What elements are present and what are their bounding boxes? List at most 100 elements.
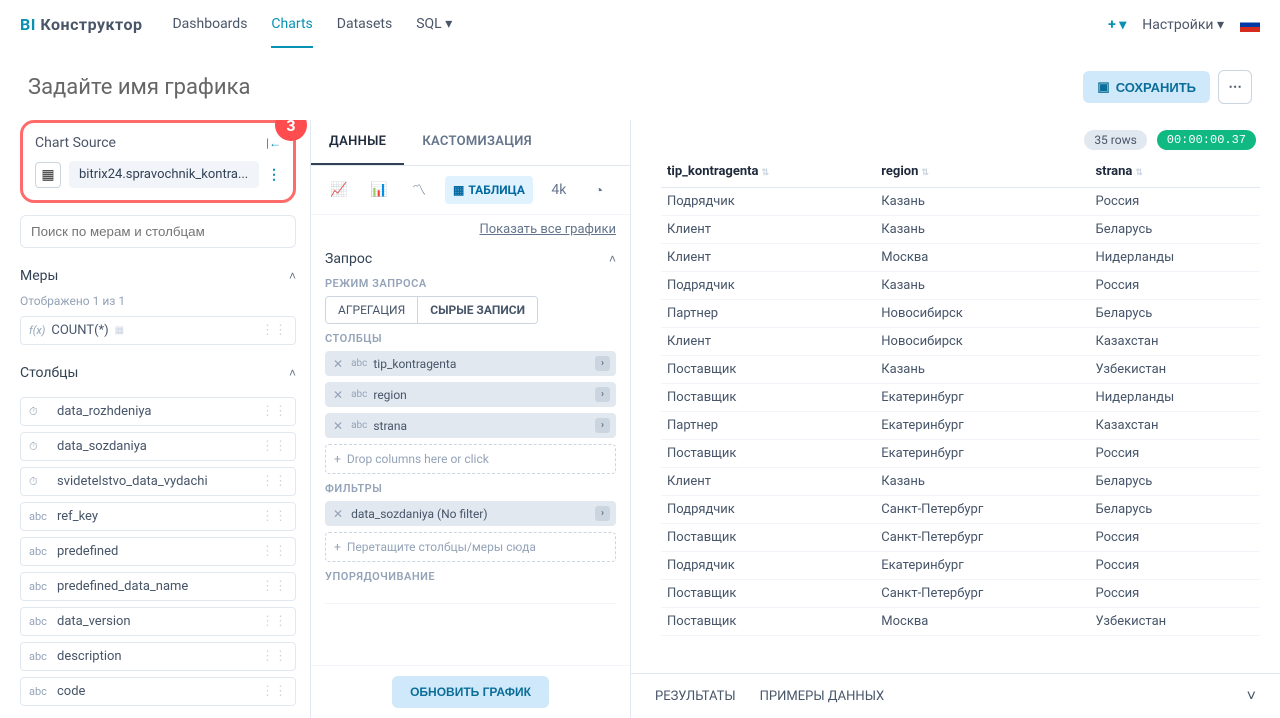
- column-item[interactable]: abc data_version ⋮⋮: [20, 607, 296, 636]
- column-chip[interactable]: ✕abctip_kontragenta›: [325, 351, 616, 376]
- table-row[interactable]: КлиентНовосибирскКазахстан: [661, 328, 1260, 356]
- chevron-right-icon[interactable]: ›: [595, 418, 610, 433]
- filters-drop-zone[interactable]: +Перетащите столбцы/меры сюда: [325, 532, 616, 562]
- table-wrap[interactable]: tip_kontragenta⇅region⇅strana⇅ Подрядчик…: [631, 156, 1280, 673]
- drag-icon[interactable]: ⋮⋮: [261, 579, 287, 594]
- drag-icon[interactable]: ⋮⋮: [261, 649, 287, 664]
- source-menu-icon[interactable]: ⋮: [267, 167, 281, 183]
- mode-raw[interactable]: СЫРЫЕ ЗАПИСИ: [418, 297, 537, 323]
- save-button[interactable]: ▣ СОХРАНИТЬ: [1083, 71, 1210, 103]
- table-cell: Казань: [875, 468, 1089, 496]
- flag-icon[interactable]: [1240, 18, 1260, 32]
- show-all-link[interactable]: Показать все графики: [479, 222, 616, 237]
- table-row[interactable]: ПодрядчикСанкт-ПетербургБеларусь: [661, 496, 1260, 524]
- query-header[interactable]: Запрос˄: [325, 251, 616, 267]
- big-number-icon[interactable]: 4k: [545, 176, 573, 204]
- field-name: data_version: [57, 614, 131, 629]
- drag-icon[interactable]: ⋮⋮: [261, 474, 287, 489]
- column-chip[interactable]: ✕abcstrana›: [325, 413, 616, 438]
- search-input[interactable]: [20, 215, 296, 248]
- table-row[interactable]: ПодрядчикКазаньРоссия: [661, 272, 1260, 300]
- table-row[interactable]: ПоставщикЕкатеринбургНидерланды: [661, 384, 1260, 412]
- table-row[interactable]: ПодрядчикЕкатеринбургРоссия: [661, 552, 1260, 580]
- line-chart-icon[interactable]: 📈: [325, 176, 353, 204]
- drag-icon[interactable]: ⋮⋮: [261, 614, 287, 629]
- column-chip[interactable]: ✕abcregion›: [325, 382, 616, 407]
- column-item[interactable]: abcref_key⋮⋮: [20, 502, 296, 531]
- table-row[interactable]: ПартнерНовосибирскБеларусь: [661, 300, 1260, 328]
- mode-aggregation[interactable]: АГРЕГАЦИЯ: [326, 297, 418, 323]
- table-row[interactable]: ПоставщикСанкт-ПетербургРоссия: [661, 524, 1260, 552]
- nav-tab-charts[interactable]: Charts: [271, 2, 312, 48]
- table-row[interactable]: КлиентКазаньБеларусь: [661, 216, 1260, 244]
- tab-customization[interactable]: КАСТОМИЗАЦИЯ: [404, 120, 550, 165]
- pie-chart-icon[interactable]: ◔: [585, 176, 613, 204]
- remove-icon[interactable]: ✕: [331, 388, 345, 402]
- filter-chip[interactable]: ✕data_sozdaniya (No filter)›: [325, 501, 616, 526]
- chevron-right-icon[interactable]: ›: [595, 356, 610, 371]
- page-title[interactable]: Задайте имя графика: [28, 75, 1083, 100]
- table-row[interactable]: КлиентМоскваНидерланды: [661, 244, 1260, 272]
- table-row[interactable]: КлиентКазаньБеларусь: [661, 468, 1260, 496]
- nav-tab-dashboards[interactable]: Dashboards: [172, 2, 247, 48]
- drag-icon[interactable]: ⋮⋮: [261, 544, 287, 559]
- collapse-icon[interactable]: |←: [266, 136, 281, 150]
- bar-chart-icon[interactable]: 📊: [365, 176, 393, 204]
- table-cell: Поставщик: [661, 384, 875, 412]
- table-row[interactable]: ПартнерЕкатеринбургКазахстан: [661, 412, 1260, 440]
- chevron-right-icon[interactable]: ›: [595, 506, 610, 521]
- table-row[interactable]: ПодрядчикКазаньРоссия: [661, 188, 1260, 216]
- drag-icon[interactable]: ⋮⋮: [261, 509, 287, 524]
- table-header[interactable]: tip_kontragenta⇅: [661, 156, 875, 188]
- footer-tab-samples[interactable]: ПРИМЕРЫ ДАННЫХ: [760, 689, 885, 704]
- area-chart-icon[interactable]: 〽: [405, 176, 433, 204]
- refresh-chart-button[interactable]: ОБНОВИТЬ ГРАФИК: [392, 676, 549, 708]
- table-row[interactable]: ПоставщикЕкатеринбургРоссия: [661, 440, 1260, 468]
- measures-header[interactable]: Меры˄: [20, 262, 296, 290]
- table-header[interactable]: region⇅: [875, 156, 1089, 188]
- nav-tab-datasets[interactable]: Datasets: [337, 2, 392, 48]
- table-cell: Казань: [875, 188, 1089, 216]
- column-item[interactable]: ⏱data_rozhdeniya⋮⋮: [20, 397, 296, 426]
- column-item[interactable]: abcdescription⋮⋮: [20, 642, 296, 671]
- measure-item[interactable]: f(x)COUNT(*) ▦⋮⋮: [20, 316, 296, 345]
- table-row[interactable]: ПоставщикМоскваУзбекистан: [661, 608, 1260, 636]
- drag-icon[interactable]: ⋮⋮: [261, 323, 287, 338]
- column-item[interactable]: abccode⋮⋮: [20, 677, 296, 706]
- add-button[interactable]: + ▾: [1108, 17, 1126, 33]
- type-icon: abc: [29, 615, 51, 628]
- table-chart-button[interactable]: ▦ ТАБЛИЦА: [445, 176, 533, 204]
- table-cell: Беларусь: [1090, 216, 1261, 244]
- field-name: COUNT(*): [51, 323, 108, 338]
- drag-icon[interactable]: ⋮⋮: [261, 684, 287, 699]
- column-item[interactable]: ⏱data_sozdaniya⋮⋮: [20, 432, 296, 461]
- drag-icon[interactable]: ⋮⋮: [261, 404, 287, 419]
- type-icon: abc: [29, 580, 51, 593]
- column-item[interactable]: abcpredefined⋮⋮: [20, 537, 296, 566]
- type-icon: ▦: [115, 325, 124, 336]
- columns-header[interactable]: Столбцы˄: [20, 359, 296, 387]
- column-item[interactable]: abcpredefined_data_name⋮⋮: [20, 572, 296, 601]
- footer-tab-results[interactable]: РЕЗУЛЬТАТЫ: [655, 689, 736, 704]
- remove-icon[interactable]: ✕: [331, 357, 345, 371]
- tab-data[interactable]: ДАННЫЕ: [311, 120, 404, 165]
- remove-icon[interactable]: ✕: [331, 419, 345, 433]
- table-row[interactable]: ПоставщикСанкт-ПетербургРоссия: [661, 580, 1260, 608]
- title-row: Задайте имя графика ▣ СОХРАНИТЬ ⋯: [0, 50, 1280, 120]
- chevron-right-icon[interactable]: ›: [595, 387, 610, 402]
- column-item[interactable]: ⏱svidetelstvo_data_vydachi⋮⋮: [20, 467, 296, 496]
- cols-drop-zone[interactable]: +Drop columns here or click: [325, 444, 616, 474]
- nav-tab-sql[interactable]: SQL ▾: [416, 2, 452, 48]
- grid-icon: ▦: [35, 162, 61, 188]
- more-button[interactable]: ⋯: [1218, 70, 1252, 104]
- chart-source-item[interactable]: ▦ bitrix24.spravochnik_kontra... ⋮: [35, 161, 281, 188]
- table-row[interactable]: ПоставщикКазаньУзбекистан: [661, 356, 1260, 384]
- drag-icon[interactable]: ⋮⋮: [261, 439, 287, 454]
- chevron-down-icon[interactable]: ˅: [1247, 686, 1256, 706]
- remove-icon[interactable]: ✕: [331, 507, 345, 521]
- type-icon: abc: [351, 420, 367, 431]
- settings-link[interactable]: Настройки ▾: [1142, 17, 1224, 33]
- table-cell: Клиент: [661, 244, 875, 272]
- chart-type-row: 📈 📊 〽 ▦ ТАБЛИЦА 4k ◔: [311, 166, 630, 215]
- table-header[interactable]: strana⇅: [1090, 156, 1261, 188]
